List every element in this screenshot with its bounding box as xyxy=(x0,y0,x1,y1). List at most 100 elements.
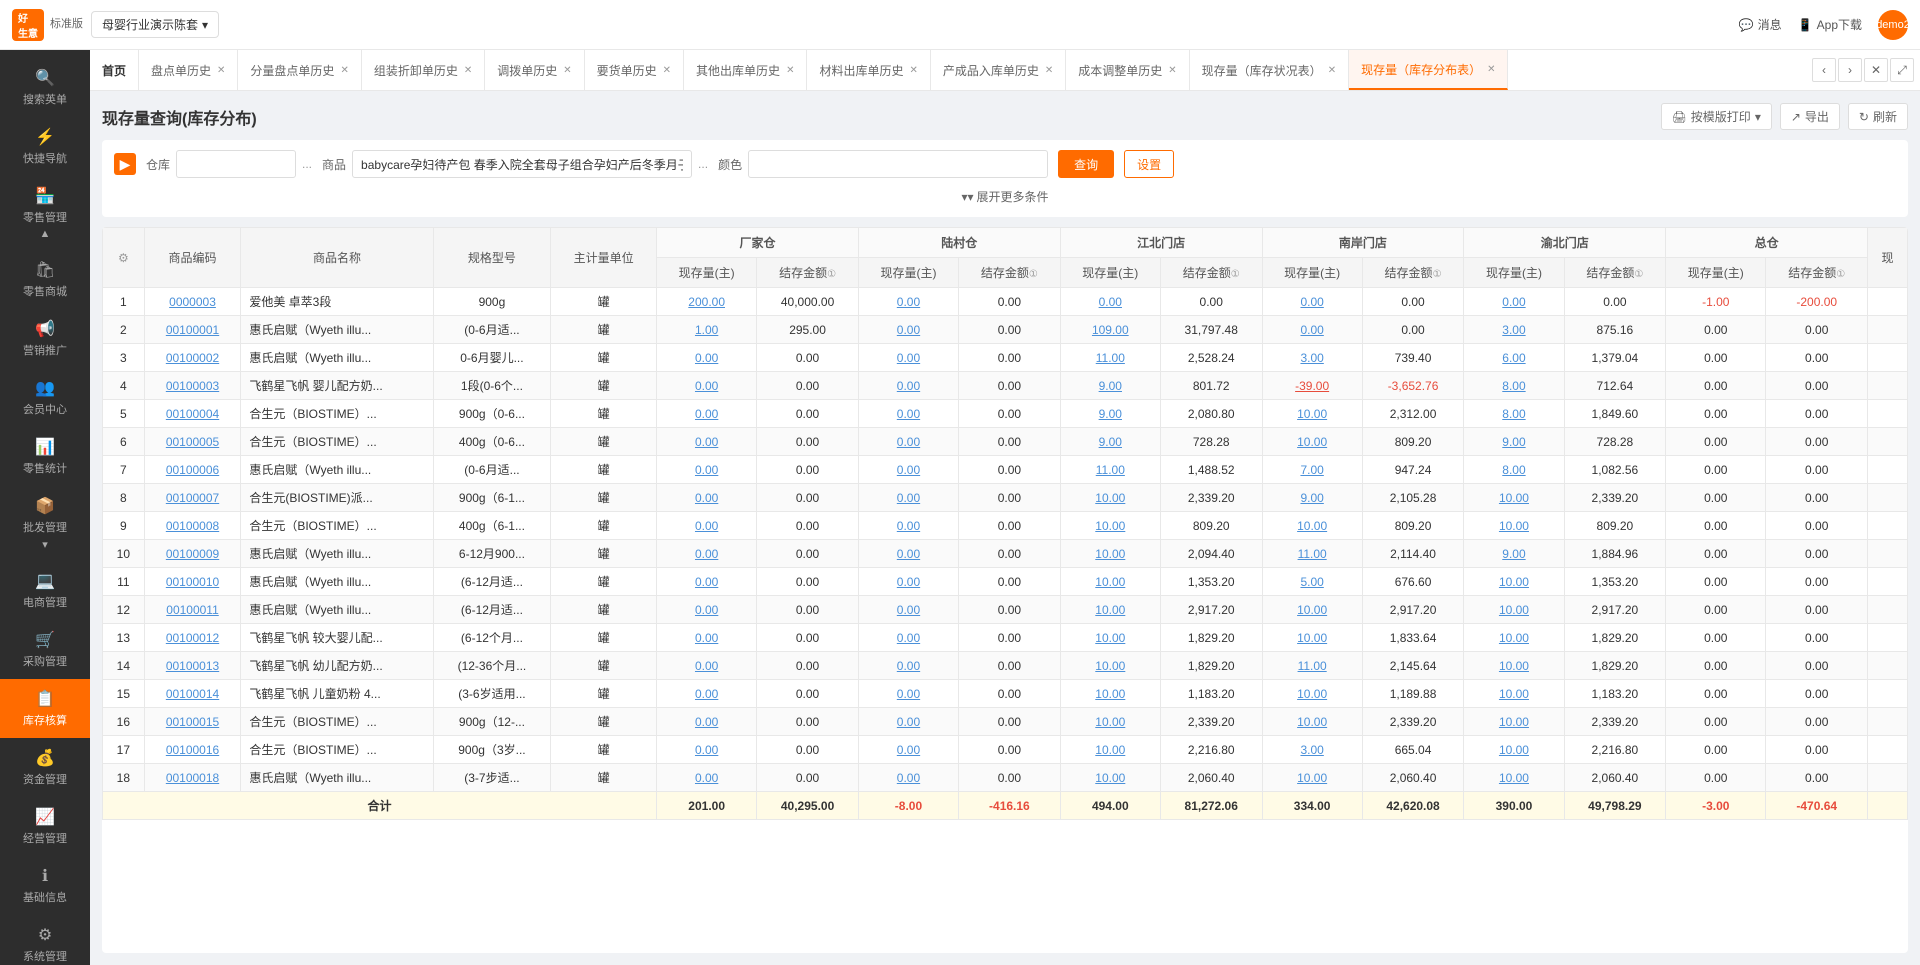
qty-link[interactable]: 0.00 xyxy=(1502,295,1525,309)
qty-link[interactable]: 11.00 xyxy=(1298,547,1327,561)
code-link[interactable]: 00100006 xyxy=(166,463,219,477)
qty-link[interactable]: 10.00 xyxy=(1297,771,1327,785)
close-icon[interactable]: ✕ xyxy=(1328,65,1336,76)
sidebar-item-member[interactable]: 👥 会员中心 xyxy=(0,368,90,427)
qty-link[interactable]: 0.00 xyxy=(695,659,718,673)
qty-link[interactable]: 6.00 xyxy=(1502,351,1525,365)
qty-link[interactable]: 0.00 xyxy=(897,295,920,309)
qty-link[interactable]: 10.00 xyxy=(1095,631,1125,645)
qty-link[interactable]: 0.00 xyxy=(897,519,920,533)
qty-link[interactable]: 0.00 xyxy=(695,379,718,393)
code-link[interactable]: 00100004 xyxy=(166,407,219,421)
qty-link[interactable]: 9.00 xyxy=(1502,547,1525,561)
qty-link[interactable]: 0.00 xyxy=(897,547,920,561)
close-icon[interactable]: ✕ xyxy=(1045,65,1053,76)
qty-link[interactable]: 8.00 xyxy=(1502,463,1525,477)
setting-btn[interactable]: 设置 xyxy=(1124,150,1174,178)
qty-link[interactable]: 3.00 xyxy=(1300,743,1323,757)
goods-ellipsis[interactable]: ... xyxy=(698,157,708,171)
qty-link[interactable]: 0.00 xyxy=(695,519,718,533)
qty-link[interactable]: 10.00 xyxy=(1499,631,1529,645)
qty-link[interactable]: 10.00 xyxy=(1297,687,1327,701)
qty-link[interactable]: 10.00 xyxy=(1297,435,1327,449)
qty-link[interactable]: 0.00 xyxy=(695,351,718,365)
filter-toggle-btn[interactable]: ▶ xyxy=(114,153,136,175)
code-link[interactable]: 00100015 xyxy=(166,715,219,729)
code-link[interactable]: 00100008 xyxy=(166,519,219,533)
close-icon[interactable]: ✕ xyxy=(786,65,794,76)
qty-link[interactable]: 10.00 xyxy=(1499,575,1529,589)
qty-link[interactable]: 0.00 xyxy=(695,715,718,729)
tab-maximize-btn[interactable]: ⤢ xyxy=(1890,58,1914,82)
qty-link[interactable]: 200.00 xyxy=(688,295,725,309)
qty-link[interactable]: 0.00 xyxy=(897,463,920,477)
code-link[interactable]: 00100005 xyxy=(166,435,219,449)
qty-link[interactable]: 7.00 xyxy=(1300,463,1323,477)
sidebar-item-retail[interactable]: 🏪 零售管理 ▲ xyxy=(0,176,90,250)
qty-link[interactable]: 10.00 xyxy=(1499,603,1529,617)
qty-link[interactable]: 0.00 xyxy=(897,435,920,449)
code-link[interactable]: 00100016 xyxy=(166,743,219,757)
tab-material-out[interactable]: 材料出库单历史✕ xyxy=(807,50,930,90)
qty-link[interactable]: -39.00 xyxy=(1295,379,1329,393)
tab-stock-status[interactable]: 现存量（库存状况表）✕ xyxy=(1190,50,1349,90)
sidebar-item-inventory[interactable]: 📋 库存核算 xyxy=(0,679,90,738)
qty-link[interactable]: 0.00 xyxy=(897,323,920,337)
code-link[interactable]: 00100007 xyxy=(166,491,219,505)
refresh-btn[interactable]: ↻ 刷新 xyxy=(1848,103,1908,130)
qty-link[interactable]: 1.00 xyxy=(695,323,718,337)
qty-link[interactable]: 10.00 xyxy=(1499,687,1529,701)
qty-link[interactable]: 0.00 xyxy=(1099,295,1122,309)
qty-link[interactable]: 10.00 xyxy=(1095,715,1125,729)
qty-link[interactable]: 10.00 xyxy=(1095,491,1125,505)
qty-link[interactable]: 0.00 xyxy=(897,351,920,365)
qty-link[interactable]: 8.00 xyxy=(1502,407,1525,421)
qty-link[interactable]: 10.00 xyxy=(1297,407,1327,421)
qty-link[interactable]: 0.00 xyxy=(897,603,920,617)
qty-link[interactable]: 8.00 xyxy=(1502,379,1525,393)
tab-product-in[interactable]: 产成品入库单历史✕ xyxy=(931,50,1066,90)
expand-btn[interactable]: ▾▾ 展开更多条件 xyxy=(114,186,1896,207)
tab-partial-check[interactable]: 分量盘点单历史✕ xyxy=(238,50,361,90)
qty-link[interactable]: 0.00 xyxy=(1300,323,1323,337)
code-link[interactable]: 00100001 xyxy=(166,323,219,337)
sidebar-item-wholesale[interactable]: 📦 批发管理 ▾ xyxy=(0,486,90,561)
qty-link[interactable]: 11.00 xyxy=(1298,659,1327,673)
qty-link[interactable]: 11.00 xyxy=(1096,463,1125,477)
qty-link[interactable]: 9.00 xyxy=(1099,435,1122,449)
qty-link[interactable]: 10.00 xyxy=(1095,771,1125,785)
goods-input[interactable] xyxy=(352,150,692,178)
code-link[interactable]: 00100013 xyxy=(166,659,219,673)
app-download-btn[interactable]: 📱 App下载 xyxy=(1798,16,1862,33)
close-icon[interactable]: ✕ xyxy=(340,65,348,76)
qty-link[interactable]: 0.00 xyxy=(695,687,718,701)
sidebar-item-mall[interactable]: 🛍 零售商城 xyxy=(0,250,90,309)
qty-link[interactable]: 10.00 xyxy=(1499,519,1529,533)
qty-link[interactable]: 10.00 xyxy=(1095,743,1125,757)
qty-link[interactable]: 10.00 xyxy=(1499,771,1529,785)
color-input[interactable] xyxy=(748,150,1048,178)
qty-link[interactable]: 10.00 xyxy=(1499,715,1529,729)
qty-link[interactable]: 9.00 xyxy=(1502,435,1525,449)
warehouse-ellipsis[interactable]: ... xyxy=(302,157,312,171)
qty-link[interactable]: 0.00 xyxy=(897,491,920,505)
qty-link[interactable]: 5.00 xyxy=(1300,575,1323,589)
tab-cost-adjust[interactable]: 成本调整单历史✕ xyxy=(1066,50,1189,90)
sidebar-item-nav[interactable]: ⚡ 快捷导航 xyxy=(0,117,90,176)
qty-link[interactable]: 0.00 xyxy=(695,435,718,449)
code-link[interactable]: 00100011 xyxy=(166,603,219,617)
tab-transfer[interactable]: 调拨单历史✕ xyxy=(485,50,584,90)
qty-link[interactable]: 0.00 xyxy=(695,547,718,561)
close-icon[interactable]: ✕ xyxy=(217,65,225,76)
qty-link[interactable]: 0.00 xyxy=(897,743,920,757)
close-icon[interactable]: ✕ xyxy=(1168,65,1176,76)
qty-link[interactable]: 0.00 xyxy=(695,771,718,785)
sidebar-item-purchase[interactable]: 🛒 采购管理 xyxy=(0,620,90,679)
code-link[interactable]: 00100018 xyxy=(166,771,219,785)
qty-link[interactable]: 10.00 xyxy=(1095,519,1125,533)
sidebar-item-system[interactable]: ⚙ 系统管理 xyxy=(0,915,90,965)
th-settings[interactable]: ⚙ xyxy=(103,228,145,288)
tab-inventory-check[interactable]: 盘点单历史✕ xyxy=(139,50,238,90)
tab-next-btn[interactable]: › xyxy=(1838,58,1862,82)
code-link[interactable]: 00100014 xyxy=(166,687,219,701)
